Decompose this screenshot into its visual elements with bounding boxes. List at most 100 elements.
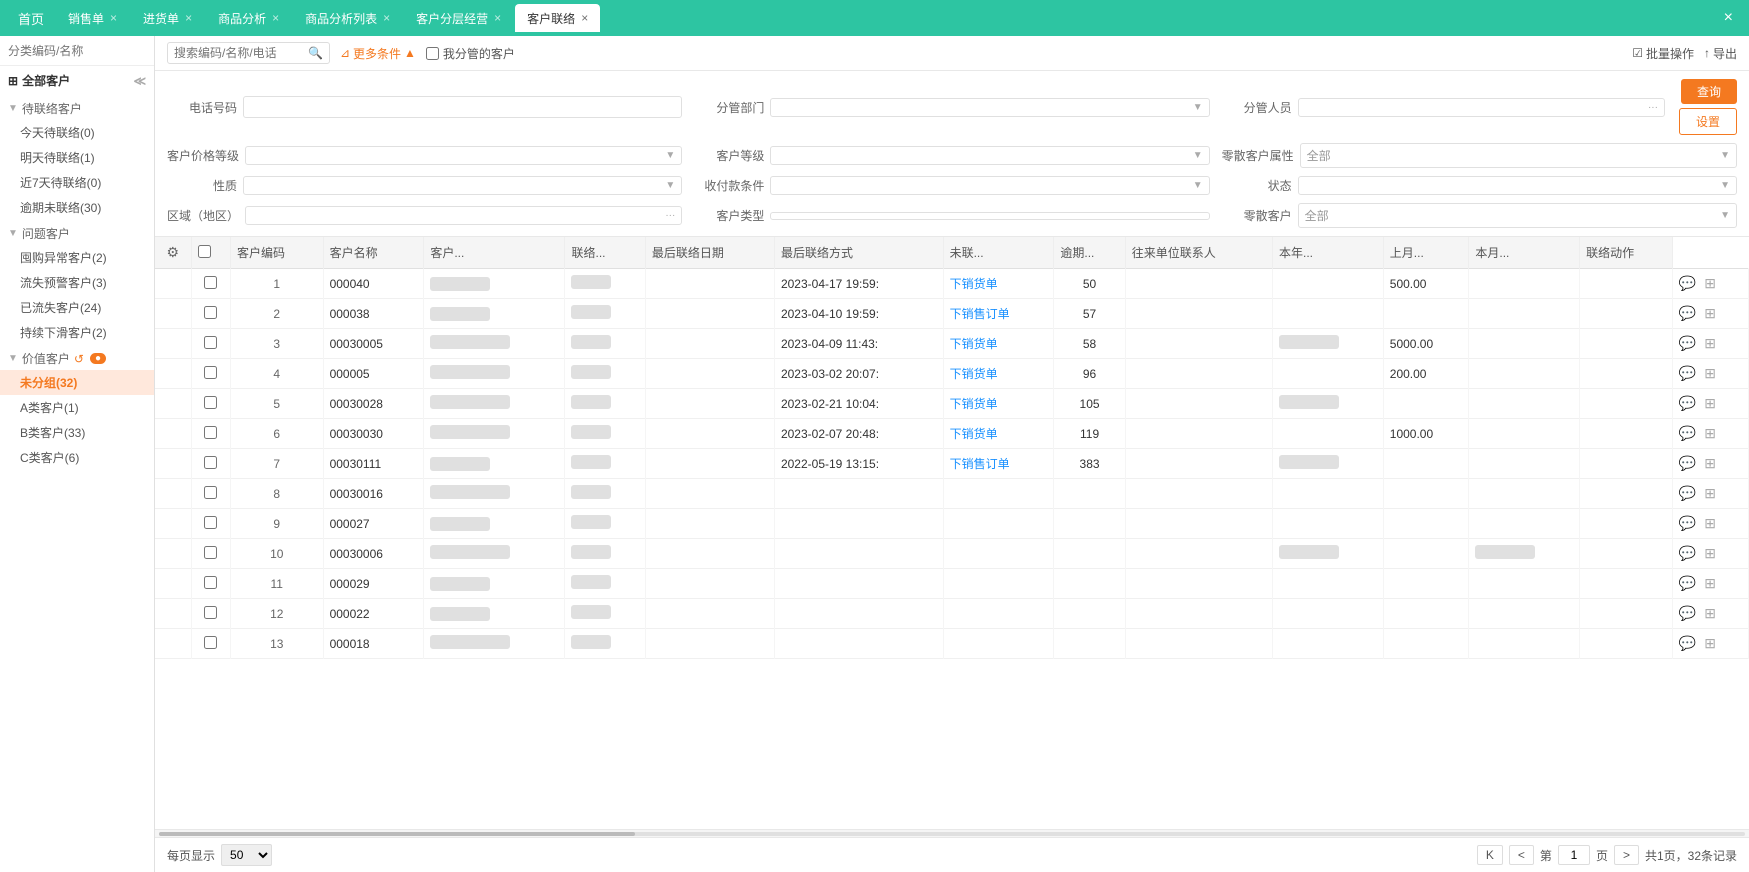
row-checkbox-cell[interactable] xyxy=(191,389,230,419)
row-checkbox-cell[interactable] xyxy=(191,299,230,329)
price-grade-select[interactable]: ▼ xyxy=(245,146,682,165)
customer-type-select[interactable] xyxy=(770,212,1209,220)
grid-action-icon[interactable]: ⊞ xyxy=(1704,485,1716,502)
sidebar-item-tomorrow[interactable]: 明天待联络(1) xyxy=(0,145,154,170)
my-customers-checkbox-label[interactable]: 我分管的客户 xyxy=(426,45,515,62)
last-method-link[interactable]: 下销售订单 xyxy=(950,457,1010,471)
grid-action-icon[interactable]: ⊞ xyxy=(1704,305,1716,322)
row-checkbox[interactable] xyxy=(204,426,217,439)
search-icon[interactable]: 🔍 xyxy=(308,46,323,60)
sidebar-item-holding[interactable]: 持续下滑客户(2) xyxy=(0,320,154,345)
pending-contact-group[interactable]: ▼ 待联络客户 xyxy=(0,95,154,120)
manager-select[interactable]: ··· xyxy=(1298,98,1665,117)
grid-action-icon[interactable]: ⊞ xyxy=(1704,515,1716,532)
close-icon[interactable]: × xyxy=(110,11,117,25)
row-checkbox[interactable] xyxy=(204,366,217,379)
row-checkbox-cell[interactable] xyxy=(191,629,230,659)
export-btn[interactable]: ↑ 导出 xyxy=(1704,45,1737,62)
more-conditions[interactable]: ⊿ 更多条件 ▲ xyxy=(340,45,416,62)
row-checkbox[interactable] xyxy=(204,516,217,529)
query-button[interactable]: 查询 xyxy=(1681,79,1737,104)
last-method-link[interactable]: 下销货单 xyxy=(950,397,998,411)
last-method-link[interactable]: 下销售订单 xyxy=(950,307,1010,321)
row-checkbox[interactable] xyxy=(204,396,217,409)
first-page-btn[interactable]: K xyxy=(1477,845,1503,865)
grid-action-icon[interactable]: ⊞ xyxy=(1704,275,1716,292)
grid-action-icon[interactable]: ⊞ xyxy=(1704,425,1716,442)
grid-action-icon[interactable]: ⊞ xyxy=(1704,335,1716,352)
sidebar-item-grade-a[interactable]: A类客户(1) xyxy=(0,395,154,420)
sidebar-item-abnormal[interactable]: 囤购异常客户(2) xyxy=(0,245,154,270)
chat-icon[interactable]: 💬 xyxy=(1679,275,1696,292)
row-checkbox[interactable] xyxy=(204,636,217,649)
sidebar-item-churn[interactable]: 流失预警客户(3) xyxy=(0,270,154,295)
chat-icon[interactable]: 💬 xyxy=(1679,305,1696,322)
phone-input[interactable] xyxy=(243,96,682,118)
sidebar-item-recent7[interactable]: 近7天待联络(0) xyxy=(0,170,154,195)
grid-action-icon[interactable]: ⊞ xyxy=(1704,545,1716,562)
my-customers-checkbox[interactable] xyxy=(426,47,439,60)
row-checkbox-cell[interactable] xyxy=(191,269,230,299)
sidebar-item-today[interactable]: 今天待联络(0) xyxy=(0,120,154,145)
per-page-select[interactable]: 50 100 200 xyxy=(221,844,272,866)
tab-sales[interactable]: 销售单 × xyxy=(56,4,129,32)
reset-button[interactable]: 设置 xyxy=(1679,108,1737,135)
row-checkbox[interactable] xyxy=(204,606,217,619)
horizontal-scrollbar[interactable] xyxy=(155,829,1749,837)
sidebar-item-lost[interactable]: 已流失客户(24) xyxy=(0,295,154,320)
collapse-icon[interactable]: ≪ xyxy=(133,74,146,88)
chat-icon[interactable]: 💬 xyxy=(1679,485,1696,502)
zero-customer-select[interactable]: 全部 ▼ xyxy=(1298,203,1737,228)
tab-purchase[interactable]: 进货单 × xyxy=(131,4,204,32)
row-checkbox-cell[interactable] xyxy=(191,419,230,449)
prev-page-btn[interactable]: < xyxy=(1509,845,1534,865)
chat-icon[interactable]: 💬 xyxy=(1679,515,1696,532)
chat-icon[interactable]: 💬 xyxy=(1679,425,1696,442)
tab-customer-contact[interactable]: 客户联络 × xyxy=(515,4,600,32)
tab-home[interactable]: 首页 xyxy=(8,9,54,28)
close-icon[interactable]: × xyxy=(272,11,279,25)
sidebar-item-unscored[interactable]: 未分组(32) xyxy=(0,370,154,395)
row-checkbox[interactable] xyxy=(204,546,217,559)
row-checkbox[interactable] xyxy=(204,486,217,499)
region-select[interactable]: ··· xyxy=(245,206,682,225)
status-select[interactable]: ▼ xyxy=(1298,176,1737,195)
chat-icon[interactable]: 💬 xyxy=(1679,545,1696,562)
problem-customers-group[interactable]: ▼ 问题客户 xyxy=(0,220,154,245)
close-icon[interactable]: × xyxy=(185,11,192,25)
tab-product-list[interactable]: 商品分析列表 × xyxy=(293,4,402,32)
chat-icon[interactable]: 💬 xyxy=(1679,365,1696,382)
select-all-checkbox[interactable] xyxy=(198,245,211,258)
grid-action-icon[interactable]: ⊞ xyxy=(1704,635,1716,652)
tab-product-analysis[interactable]: 商品分析 × xyxy=(206,4,291,32)
value-customers-group[interactable]: ▼ 价值客户 ↺ ● xyxy=(0,345,154,370)
close-icon[interactable]: × xyxy=(581,11,588,25)
batch-ops-btn[interactable]: ☑ 批量操作 xyxy=(1632,45,1694,62)
row-checkbox-cell[interactable] xyxy=(191,569,230,599)
last-method-link[interactable]: 下销货单 xyxy=(950,367,998,381)
grid-action-icon[interactable]: ⊞ xyxy=(1704,365,1716,382)
grid-action-icon[interactable]: ⊞ xyxy=(1704,395,1716,412)
chat-icon[interactable]: 💬 xyxy=(1679,395,1696,412)
reload-icon[interactable]: ↺ xyxy=(74,352,84,366)
close-icon[interactable]: × xyxy=(383,11,390,25)
row-checkbox-cell[interactable] xyxy=(191,539,230,569)
chat-icon[interactable]: 💬 xyxy=(1679,455,1696,472)
sidebar-item-grade-c[interactable]: C类客户(6) xyxy=(0,445,154,470)
close-icon[interactable]: × xyxy=(494,11,501,25)
close-window-icon[interactable]: × xyxy=(1716,9,1741,27)
all-customers-header[interactable]: ⊞ 全部客户 ≪ xyxy=(0,66,154,95)
row-checkbox[interactable] xyxy=(204,576,217,589)
payment-select[interactable]: ▼ xyxy=(770,176,1209,195)
tab-customer-ops[interactable]: 客户分层经营 × xyxy=(404,4,513,32)
scrollbar-thumb[interactable] xyxy=(159,832,635,836)
chat-icon[interactable]: 💬 xyxy=(1679,635,1696,652)
settings-col-header[interactable]: ⚙ xyxy=(155,237,191,269)
sidebar-item-grade-b[interactable]: B类客户(33) xyxy=(0,420,154,445)
row-checkbox[interactable] xyxy=(204,306,217,319)
row-checkbox-cell[interactable] xyxy=(191,479,230,509)
last-method-link[interactable]: 下销货单 xyxy=(950,337,998,351)
chat-icon[interactable]: 💬 xyxy=(1679,335,1696,352)
last-method-link[interactable]: 下销货单 xyxy=(950,427,998,441)
grid-action-icon[interactable]: ⊞ xyxy=(1704,575,1716,592)
